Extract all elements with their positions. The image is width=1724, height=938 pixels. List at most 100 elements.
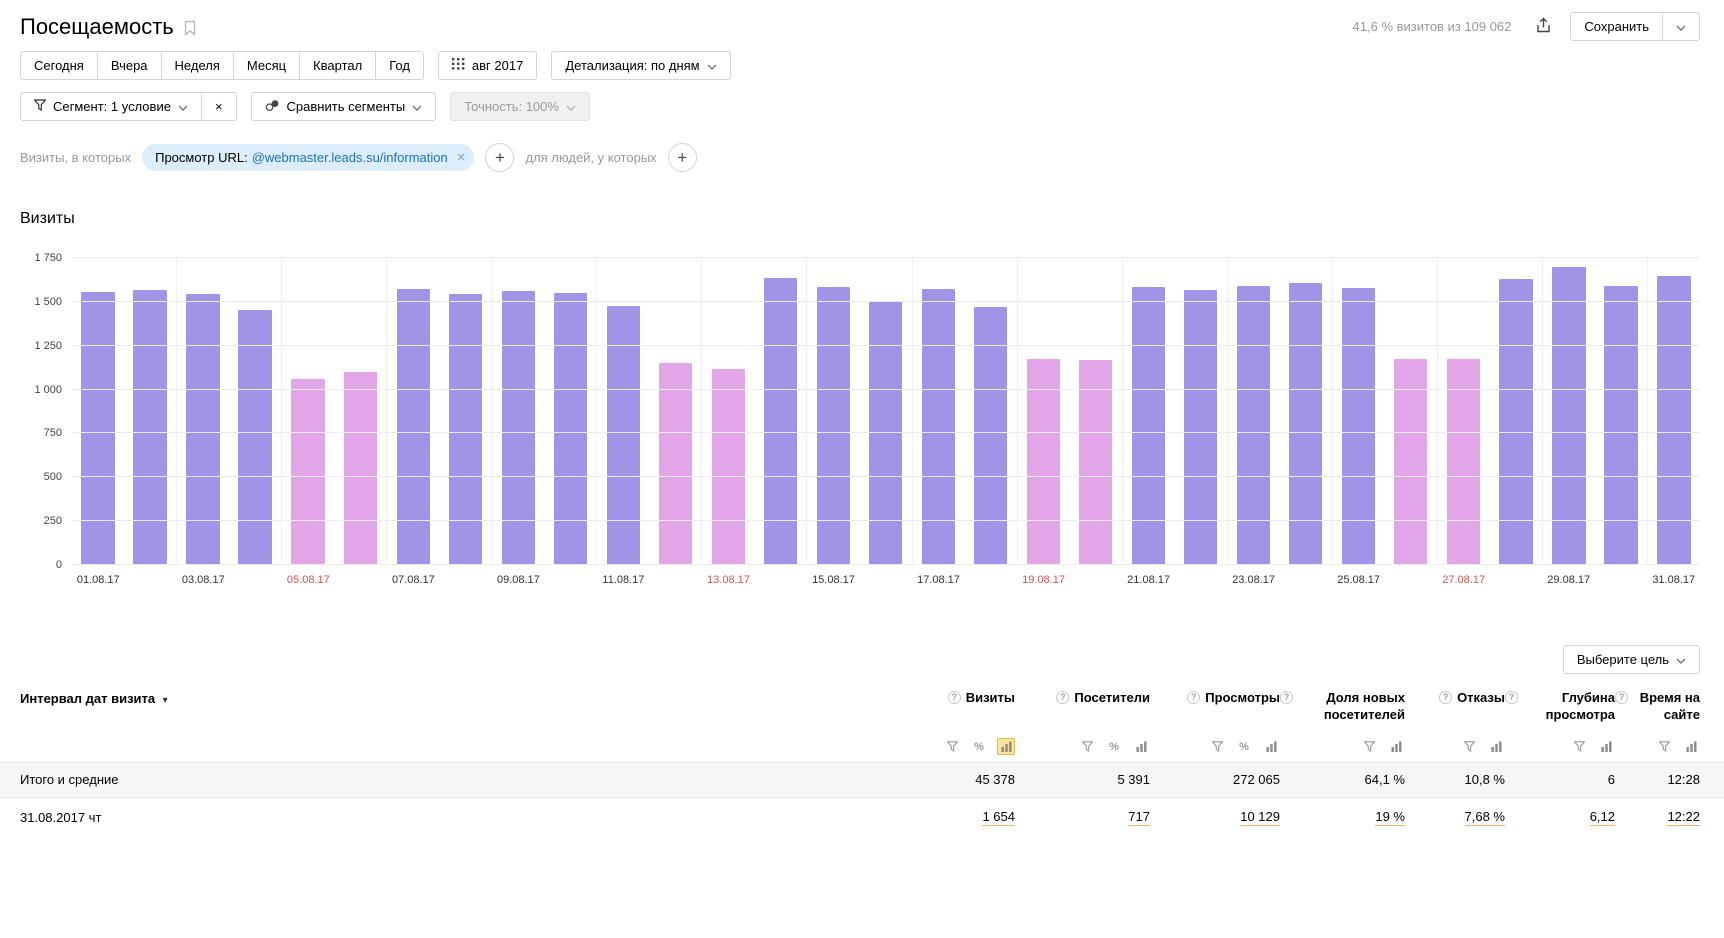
segment-label: Сегмент: 1 условие xyxy=(53,99,171,114)
period-button-quarter[interactable]: Квартал xyxy=(299,51,377,80)
add-visit-condition-button[interactable]: + xyxy=(485,143,515,172)
chart-tool-icon[interactable] xyxy=(1682,738,1700,755)
visits-bar-19.08.17[interactable] xyxy=(1026,358,1061,565)
visits-bar-01.08.17[interactable] xyxy=(81,292,115,565)
x-axis-label xyxy=(1175,574,1228,586)
visits-bar-17.08.17[interactable] xyxy=(921,288,956,565)
metric-value-link[interactable]: 6,12 xyxy=(1589,809,1615,827)
save-dropdown-button[interactable] xyxy=(1662,12,1700,41)
visits-bar-24.08.17[interactable] xyxy=(1289,282,1323,565)
x-axis-label: 01.08.17 xyxy=(76,574,120,586)
metric-value-link[interactable]: 19 % xyxy=(1375,809,1405,827)
help-icon[interactable]: ? xyxy=(1439,691,1453,704)
period-button-month[interactable]: Месяц xyxy=(232,51,301,80)
filter-tool-icon[interactable] xyxy=(1078,738,1096,755)
period-button-today[interactable]: Сегодня xyxy=(20,51,98,80)
chart-tool-icon[interactable] xyxy=(1132,738,1150,755)
chip-url-value[interactable]: @webmaster.leads.su/information xyxy=(252,150,448,165)
export-button[interactable] xyxy=(1531,13,1556,41)
filter-tool-icon[interactable] xyxy=(1208,738,1226,755)
row-header-cell[interactable]: Интервал дат визита ▾ xyxy=(20,690,880,708)
url-filter-chip[interactable]: Просмотр URL: @webmaster.leads.su/inform… xyxy=(142,144,475,171)
chart-tool-icon[interactable] xyxy=(997,738,1015,756)
filter-tool-icon[interactable] xyxy=(1360,738,1378,755)
visits-bar-09.08.17[interactable] xyxy=(501,291,535,565)
segment-button[interactable]: Сегмент: 1 условие xyxy=(20,92,202,121)
visits-bar-26.08.17[interactable] xyxy=(1394,358,1428,565)
calendar-icon xyxy=(451,58,465,73)
help-icon[interactable]: ? xyxy=(1187,691,1201,704)
select-goal-button[interactable]: Выберите цель xyxy=(1562,644,1700,674)
filter-row: Визиты, в которых Просмотр URL: @webmast… xyxy=(20,143,1700,172)
percent-tool-icon[interactable]: % xyxy=(1105,738,1123,755)
column-header-view-depth[interactable]: ? Глубина просмотра xyxy=(1505,690,1615,724)
bookmark-icon[interactable] xyxy=(184,20,196,36)
save-button[interactable]: Сохранить xyxy=(1570,12,1663,41)
help-icon[interactable]: ? xyxy=(1280,691,1293,704)
visits-bar-12.08.17[interactable] xyxy=(658,363,692,565)
filter-tool-icon[interactable] xyxy=(943,738,961,755)
table-header-row: Интервал дат визита ▾ ? Визиты? Посетители… xyxy=(0,690,1724,724)
chart-tool-icon[interactable] xyxy=(1487,738,1505,755)
visits-bar-02.08.17[interactable] xyxy=(133,289,167,565)
help-icon[interactable]: ? xyxy=(947,691,961,704)
help-icon[interactable]: ? xyxy=(1615,691,1628,704)
add-people-condition-button[interactable]: + xyxy=(667,143,697,172)
detail-button[interactable]: Детализация: по дням xyxy=(551,51,731,80)
column-header-bounce-rate[interactable]: ? Отказы xyxy=(1405,690,1505,707)
visits-bar-13.08.17[interactable] xyxy=(711,368,746,565)
help-icon[interactable]: ? xyxy=(1505,691,1518,704)
metric-value-link[interactable]: 717 xyxy=(1128,809,1150,827)
visits-bar-27.08.17[interactable] xyxy=(1447,358,1481,565)
visits-bar-20.08.17[interactable] xyxy=(1078,359,1113,565)
metric-value-link[interactable]: 1 654 xyxy=(982,809,1015,827)
column-header-visitors[interactable]: ? Посетители xyxy=(1015,690,1150,707)
column-header-new-visitors-share[interactable]: ? Доля новых посетителей xyxy=(1280,690,1405,724)
percent-tool-icon[interactable]: % xyxy=(1235,738,1253,755)
visits-bar-08.08.17[interactable] xyxy=(448,293,482,565)
metric-value-link[interactable]: 7,68 % xyxy=(1464,809,1505,827)
visits-bar-21.08.17[interactable] xyxy=(1131,286,1166,565)
visits-bar-03.08.17[interactable] xyxy=(186,293,220,565)
visits-bar-18.08.17[interactable] xyxy=(973,307,1008,565)
visits-bar-04.08.17[interactable] xyxy=(238,309,272,565)
chart-tool-icon[interactable] xyxy=(1597,738,1615,755)
metric-value-link[interactable]: 12:22 xyxy=(1667,809,1700,827)
visits-bar-10.08.17[interactable] xyxy=(553,293,587,565)
chip-remove-icon[interactable]: × xyxy=(457,149,466,166)
metric-value-link[interactable]: 10 129 xyxy=(1240,809,1280,827)
chart-tool-icon[interactable] xyxy=(1262,738,1280,755)
period-button-yesterday[interactable]: Вчера xyxy=(96,51,162,80)
y-axis-label: 1 500 xyxy=(34,295,62,308)
visits-bar-22.08.17[interactable] xyxy=(1184,290,1218,565)
visits-bar-30.08.17[interactable] xyxy=(1604,286,1638,565)
chart-tool-icon[interactable] xyxy=(1387,738,1405,755)
visits-bar-05.08.17[interactable] xyxy=(291,379,325,565)
period-controls-row: Сегодня Вчера Неделя Месяц Квартал Год авг 20… xyxy=(20,51,1700,80)
column-header-time-on-site[interactable]: ? Время на сайте xyxy=(1615,690,1700,724)
visits-bar-15.08.17[interactable] xyxy=(816,286,851,565)
accuracy-button[interactable]: Точность: 100% xyxy=(450,92,590,121)
period-button-year[interactable]: Год xyxy=(375,51,424,80)
visits-bar-28.08.17[interactable] xyxy=(1499,279,1533,565)
segment-clear-button[interactable]: × xyxy=(200,92,237,121)
value-cell-time-on-site: 12:28 xyxy=(1615,772,1700,787)
visits-bar-23.08.17[interactable] xyxy=(1237,286,1271,565)
column-header-pageviews[interactable]: ? Просмотры xyxy=(1150,690,1280,707)
filter-tool-icon[interactable] xyxy=(1460,738,1478,755)
help-icon[interactable]: ? xyxy=(1056,691,1070,704)
compare-segments-button[interactable]: Сравнить сегменты xyxy=(250,92,437,121)
visits-bar-25.08.17[interactable] xyxy=(1342,287,1376,565)
percent-tool-icon[interactable]: % xyxy=(970,738,988,755)
filter-tool-icon[interactable] xyxy=(1655,738,1673,755)
visits-bar-07.08.17[interactable] xyxy=(396,288,430,565)
column-header-visits[interactable]: ? Визиты xyxy=(880,690,1015,707)
period-button-week[interactable]: Неделя xyxy=(160,51,234,80)
visits-bar-06.08.17[interactable] xyxy=(343,372,377,565)
x-axis-label xyxy=(755,574,808,586)
filter-tool-icon[interactable] xyxy=(1570,738,1588,755)
chart-bar-slot xyxy=(649,258,701,565)
date-range-button[interactable]: авг 2017 xyxy=(437,51,538,80)
visits-bar-14.08.17[interactable] xyxy=(763,278,798,565)
visits-bar-31.08.17[interactable] xyxy=(1657,275,1691,565)
